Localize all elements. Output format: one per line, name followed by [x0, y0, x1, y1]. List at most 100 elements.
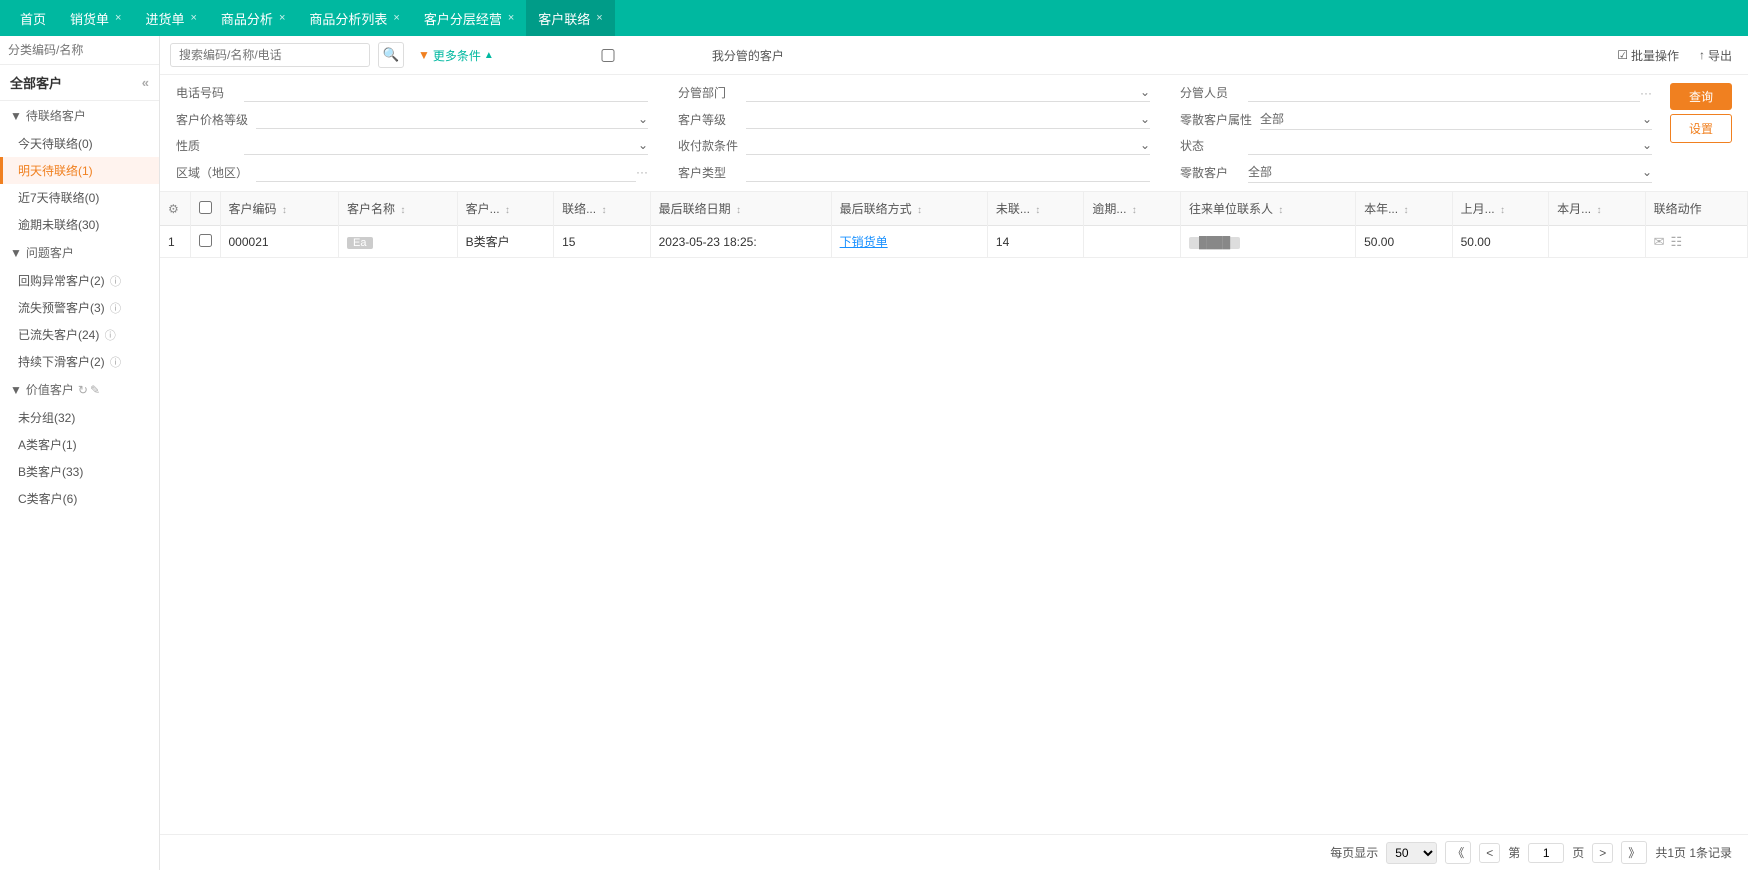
- sort-icon[interactable]: ↕: [1500, 205, 1505, 216]
- sort-icon[interactable]: ↕: [601, 205, 606, 216]
- dots-icon[interactable]: ···: [1640, 86, 1652, 100]
- sidebar-section-value-customers[interactable]: ▼ 价值客户 ↻ ✎: [0, 375, 159, 404]
- sidebar-item-overdue-contact[interactable]: 逾期未联络(30): [0, 211, 159, 238]
- contact-action-icon[interactable]: ✉: [1654, 234, 1665, 250]
- filter-panel: 电话号码 分管部门 ⌄ 分管人员: [160, 75, 1748, 192]
- close-icon[interactable]: ×: [596, 12, 602, 24]
- sidebar-item-repurchase-abnormal[interactable]: 回购异常客户(2) ⓘ: [0, 267, 159, 294]
- filter-select-customer-grade[interactable]: ⌄: [746, 110, 1150, 129]
- collapse-icon[interactable]: «: [142, 75, 149, 90]
- filter-select-retail-attr[interactable]: 全部 ⌄: [1260, 108, 1652, 130]
- dots-icon[interactable]: ···: [636, 165, 648, 179]
- sort-icon[interactable]: ↕: [1035, 205, 1040, 216]
- export-button[interactable]: ↑ 导出: [1693, 43, 1738, 68]
- query-button[interactable]: 查询: [1670, 83, 1732, 110]
- filter-select-status[interactable]: ⌄: [1248, 136, 1652, 155]
- page-size-select[interactable]: 50 20 100: [1386, 842, 1437, 864]
- filter-select-dept[interactable]: ⌄: [746, 83, 1150, 102]
- contact-person-masked: ████: [1189, 237, 1240, 249]
- filter-input-phone[interactable]: [244, 83, 648, 102]
- next-page-button[interactable]: >: [1592, 843, 1613, 863]
- sidebar-item-class-c[interactable]: C类客户(6): [0, 485, 159, 512]
- search-input[interactable]: [170, 43, 370, 67]
- th-overdue: 逾期... ↕: [1084, 192, 1181, 226]
- last-page-button[interactable]: 》: [1621, 841, 1647, 864]
- sidebar-item-ungrouped[interactable]: 未分组(32): [0, 404, 159, 431]
- more-action-icon[interactable]: ☷: [1671, 234, 1683, 250]
- td-contacts: 15: [554, 226, 651, 258]
- sidebar-item-churned[interactable]: 已流失客户(24) ⓘ: [0, 321, 159, 348]
- close-icon[interactable]: ×: [508, 12, 514, 24]
- select-all-checkbox[interactable]: [199, 201, 212, 214]
- search-button[interactable]: 🔍: [378, 42, 404, 68]
- more-conditions-button[interactable]: ▼ 更多条件 ▲: [412, 43, 500, 68]
- filter-input-customer-type[interactable]: [746, 163, 1150, 182]
- sort-icon[interactable]: ↕: [282, 205, 287, 216]
- filter-input-person[interactable]: [1248, 83, 1640, 102]
- sidebar-item-declining[interactable]: 持续下滑客户(2) ⓘ: [0, 348, 159, 375]
- table-container: ⚙ 客户编码 ↕ 客户名称 ↕: [160, 192, 1748, 834]
- batch-operation-button[interactable]: ☑ 批量操作: [1611, 43, 1685, 68]
- th-this-year: 本年... ↕: [1356, 192, 1453, 226]
- th-this-month: 本月... ↕: [1549, 192, 1646, 226]
- chevron-down-icon: ⌄: [1642, 165, 1652, 179]
- nav-purchase-order[interactable]: 进货单 ×: [133, 0, 208, 36]
- sort-icon[interactable]: ↕: [1403, 205, 1408, 216]
- filter-select-price-grade[interactable]: ⌄: [256, 110, 648, 129]
- sort-icon[interactable]: ↕: [1132, 205, 1137, 216]
- th-checkbox: [190, 192, 220, 226]
- filter-label-customer-grade: 客户等级: [678, 111, 738, 128]
- sort-icon[interactable]: ↕: [736, 205, 741, 216]
- filter-field-person: 分管人员 ···: [1180, 83, 1652, 102]
- th-name: 客户名称 ↕: [339, 192, 458, 226]
- filter-label-status: 状态: [1180, 137, 1240, 154]
- page-number-input[interactable]: [1528, 843, 1564, 863]
- close-icon[interactable]: ×: [190, 12, 196, 24]
- filter-input-region[interactable]: [256, 163, 636, 182]
- th-last-month: 上月... ↕: [1452, 192, 1549, 226]
- nav-product-analysis[interactable]: 商品分析 ×: [209, 0, 297, 36]
- sort-icon[interactable]: ↕: [1278, 205, 1283, 216]
- sidebar-item-class-a[interactable]: A类客户(1): [0, 431, 159, 458]
- filter-select-payment[interactable]: ⌄: [746, 136, 1150, 155]
- gear-icon[interactable]: ⚙: [168, 202, 179, 216]
- sidebar-item-churn-warning[interactable]: 流失预警客户(3) ⓘ: [0, 294, 159, 321]
- filter-select-nature[interactable]: ⌄: [244, 136, 648, 155]
- sort-icon[interactable]: ↕: [505, 205, 510, 216]
- nav-product-analysis-list[interactable]: 商品分析列表 ×: [297, 0, 411, 36]
- close-icon[interactable]: ×: [115, 12, 121, 24]
- sort-icon[interactable]: ↕: [917, 205, 922, 216]
- sidebar-item-7day-contact[interactable]: 近7天待联络(0): [0, 184, 159, 211]
- sidebar-item-tomorrow-contact[interactable]: 明天待联络(1): [0, 157, 159, 184]
- close-icon[interactable]: ×: [393, 12, 399, 24]
- nav-sales-order[interactable]: 销货单 ×: [58, 0, 133, 36]
- prev-page-button[interactable]: <: [1479, 843, 1500, 863]
- sort-icon[interactable]: ↕: [1596, 205, 1601, 216]
- filter-row-4: 区域（地区） ··· 客户类型 零散客户: [176, 161, 1652, 183]
- td-last-contact-date: 2023-05-23 18:25:: [650, 226, 831, 258]
- td-type: B类客户: [457, 226, 554, 258]
- close-icon[interactable]: ×: [279, 12, 285, 24]
- sidebar-all-customers[interactable]: 全部客户 «: [0, 65, 159, 101]
- sort-icon[interactable]: ↕: [400, 205, 405, 216]
- filter-select-retail-customer[interactable]: 全部 ⌄: [1248, 161, 1652, 183]
- sidebar-section-problem-customers[interactable]: ▼ 问题客户: [0, 238, 159, 267]
- filter-row-3: 性质 ⌄ 收付款条件 ⌄: [176, 136, 1652, 155]
- table-row: 1 000021 Ea B类客户 15 2023-05-23 18:25: 下销…: [160, 226, 1748, 258]
- sidebar: 🔍 全部客户 « ▼ 待联络客户 今天待联络(0) 明天待联络(1) 近7天待联…: [0, 36, 160, 870]
- th-last-contact-method: 最后联络方式 ↕: [831, 192, 987, 226]
- th-actions: 联络动作: [1645, 192, 1747, 226]
- row-checkbox[interactable]: [199, 234, 212, 247]
- first-page-button[interactable]: 《: [1445, 841, 1471, 864]
- sidebar-item-class-b[interactable]: B类客户(33): [0, 458, 159, 485]
- sidebar-search-input[interactable]: [8, 43, 160, 57]
- my-customers-checkbox[interactable]: [508, 49, 708, 62]
- sidebar-section-pending-contact[interactable]: ▼ 待联络客户: [0, 101, 159, 130]
- my-customers-checkbox-label[interactable]: 我分管的客户: [508, 47, 784, 64]
- last-contact-method-link[interactable]: 下销货单: [840, 235, 888, 249]
- sidebar-item-today-contact[interactable]: 今天待联络(0): [0, 130, 159, 157]
- nav-home[interactable]: 首页: [8, 0, 58, 36]
- setting-button[interactable]: 设置: [1670, 114, 1732, 143]
- nav-customer-layering[interactable]: 客户分层经营 ×: [412, 0, 526, 36]
- nav-customer-contact[interactable]: 客户联络 ×: [526, 0, 614, 36]
